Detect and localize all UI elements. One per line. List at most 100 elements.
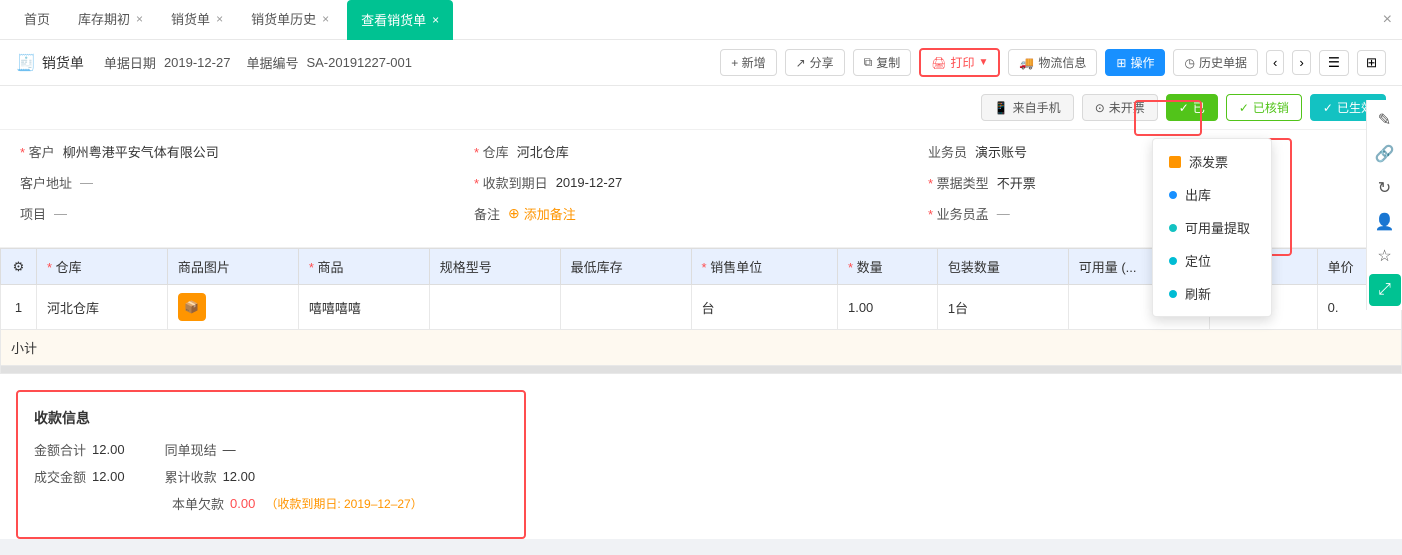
doc-type-label: 销货单 xyxy=(42,53,84,73)
trade-value: 12.00 xyxy=(92,469,125,484)
sales-rep-label: 业务员孟 xyxy=(928,204,989,223)
col-spec: 规格型号 xyxy=(429,249,560,285)
add-note-button[interactable]: ⊕ 添加备注 xyxy=(508,204,576,223)
sidebar-user-button[interactable]: 👤 xyxy=(1369,206,1401,238)
col-min-stock: 最低库存 xyxy=(560,249,691,285)
sidebar-expand-button[interactable]: ⤢ xyxy=(1369,274,1401,306)
dropdown-locate[interactable]: 定位 xyxy=(1153,244,1271,277)
dropdown-add-invoice[interactable]: 添发票 xyxy=(1153,145,1271,178)
history-button-label: 历史单据 xyxy=(1199,54,1247,71)
same-order-value: — xyxy=(223,442,236,457)
star-icon: ☆ xyxy=(1377,246,1391,266)
sidebar-edit-button[interactable]: ✎ xyxy=(1369,104,1401,136)
tab-sales[interactable]: 销货单 × xyxy=(157,0,237,40)
copy-button[interactable]: ⧉ 复制 xyxy=(853,49,912,76)
doc-type-icon: 🧾 xyxy=(16,53,36,73)
note-label: 备注 xyxy=(474,204,500,223)
tab-inventory-close[interactable]: × xyxy=(136,12,143,26)
grid-view-button[interactable]: ⊞ xyxy=(1357,50,1386,76)
settings-icon: ⚙ xyxy=(13,259,25,274)
subtotal-row: 小计 xyxy=(1,330,1402,366)
same-order-item: 同单现结 — xyxy=(165,440,236,459)
list-view-button[interactable]: ☰ xyxy=(1319,50,1349,76)
operate-button[interactable]: ⊞ 操作 xyxy=(1105,49,1165,76)
customer-label: 客户 xyxy=(20,142,55,161)
total-item: 金额合计 12.00 xyxy=(34,440,125,459)
dropdown-outbound[interactable]: 出库 xyxy=(1153,178,1271,211)
confirm-button[interactable]: ✓ 已 xyxy=(1166,94,1218,121)
tab-view-sales[interactable]: 查看销货单 × xyxy=(347,0,453,40)
col-settings[interactable]: ⚙ xyxy=(1,249,37,285)
available-label: 可用量提取 xyxy=(1185,218,1250,237)
doc-title: 🧾 销货单 xyxy=(16,53,84,73)
link-icon: 🔗 xyxy=(1375,144,1395,164)
tab-sales-history-close[interactable]: × xyxy=(322,12,329,26)
print-button[interactable]: 🖨 打印 ▼ xyxy=(919,48,1000,77)
status-row: 📱 来自手机 ⊙ 未开票 ✓ 已 ✓ 已核销 ✓ 已生效 xyxy=(0,86,1402,130)
cancel-label: 已核销 xyxy=(1253,99,1289,116)
sidebar-link-button[interactable]: 🔗 xyxy=(1369,138,1401,170)
next-button[interactable]: › xyxy=(1292,50,1310,75)
refresh-icon: ↻ xyxy=(1378,178,1391,198)
logistics-icon: 🚚 xyxy=(1019,56,1034,70)
tab-sales-close[interactable]: × xyxy=(216,12,223,26)
project-field: 项目 — xyxy=(20,204,474,223)
note-field: 备注 ⊕ 添加备注 xyxy=(474,204,928,223)
sidebar-star-button[interactable]: ☆ xyxy=(1369,240,1401,272)
employee-value: 演示账号 xyxy=(975,142,1027,161)
logistics-button[interactable]: 🚚 物流信息 xyxy=(1008,49,1097,76)
tab-view-sales-close[interactable]: × xyxy=(432,13,439,27)
col-product: 商品 xyxy=(298,249,429,285)
customer-field: 客户 柳州粤港平安气体有限公司 xyxy=(20,142,474,161)
row-qty: 1.00 xyxy=(837,285,937,330)
dropdown-refresh[interactable]: 刷新 xyxy=(1153,277,1271,310)
meta-no-label: 单据编号 SA-20191227-001 xyxy=(246,53,412,72)
same-order-label: 同单现结 xyxy=(165,440,217,459)
not-open-label: 未开票 xyxy=(1109,99,1145,116)
outbound-label: 出库 xyxy=(1185,185,1211,204)
trade-item: 成交金额 12.00 xyxy=(34,467,125,486)
sidebar-refresh-button[interactable]: ↻ xyxy=(1369,172,1401,204)
payment-box: 收款信息 金额合计 12.00 同单现结 — 成交金额 12.00 累计收款 xyxy=(16,390,526,539)
doc-header: 🧾 销货单 单据日期 2019-12-27 单据编号 SA-20191227-0… xyxy=(0,40,1402,86)
history-button[interactable]: ◷ 历史单据 xyxy=(1173,49,1258,76)
expand-icon: ⤢ xyxy=(1378,281,1391,299)
tab-home[interactable]: 首页 xyxy=(10,0,64,40)
warehouse-value: 河北仓库 xyxy=(517,142,569,161)
scrollbar-row[interactable] xyxy=(1,366,1402,374)
operate-button-label: 操作 xyxy=(1130,54,1154,71)
cancel-button[interactable]: ✓ 已核销 xyxy=(1226,94,1302,121)
add-note-label: 添加备注 xyxy=(524,204,576,223)
not-open-button[interactable]: ⊙ 未开票 xyxy=(1082,94,1158,121)
from-phone-button[interactable]: 📱 来自手机 xyxy=(981,94,1074,121)
doc-actions: + 新增 ↗ 分享 ⧉ 复制 🖨 打印 ▼ 🚚 物流信息 xyxy=(720,48,1386,77)
col-unit: 销售单位 xyxy=(691,249,837,285)
cumulative-item: 累计收款 12.00 xyxy=(165,467,256,486)
dropdown-available[interactable]: 可用量提取 xyxy=(1153,211,1271,244)
warehouse-field: 仓库 河北仓库 xyxy=(474,142,928,161)
due-date-label: 收款到期日 xyxy=(474,173,548,192)
row-warehouse: 河北仓库 xyxy=(37,285,168,330)
prev-button[interactable]: ‹ xyxy=(1266,50,1284,75)
plus-icon: ⊕ xyxy=(508,205,520,222)
add-button[interactable]: + 新增 xyxy=(720,49,776,76)
print-button-label: 打印 xyxy=(951,54,975,71)
ticket-type-value: 不开票 xyxy=(997,173,1036,192)
warehouse-label: 仓库 xyxy=(474,142,509,161)
print-icon: 🖨 xyxy=(931,56,946,70)
add-invoice-icon xyxy=(1169,156,1181,168)
tab-bar-close-button[interactable]: × xyxy=(1383,11,1392,29)
meta-date-label: 单据日期 2019-12-27 xyxy=(104,53,231,72)
col-qty: 数量 xyxy=(837,249,937,285)
tab-inventory[interactable]: 库存期初 × xyxy=(64,0,157,40)
confirm-label: 已 xyxy=(1193,99,1205,116)
meta-date-value: 2019-12-27 xyxy=(164,55,231,70)
customer-value: 柳州粤港平安气体有限公司 xyxy=(63,142,219,161)
balance-item: 本单欠款 0.00 （收款到期日: 2019–12–27） xyxy=(172,494,423,513)
tab-sales-history[interactable]: 销货单历史 × xyxy=(237,0,343,40)
share-button[interactable]: ↗ 分享 xyxy=(785,49,845,76)
tab-bar: 首页 库存期初 × 销货单 × 销货单历史 × 查看销货单 × × xyxy=(0,0,1402,40)
sales-rep-value: — xyxy=(997,206,1010,221)
tab-view-sales-label: 查看销货单 xyxy=(361,10,426,29)
dropdown-menu: 添发票 出库 可用量提取 定位 刷新 xyxy=(1152,138,1272,317)
